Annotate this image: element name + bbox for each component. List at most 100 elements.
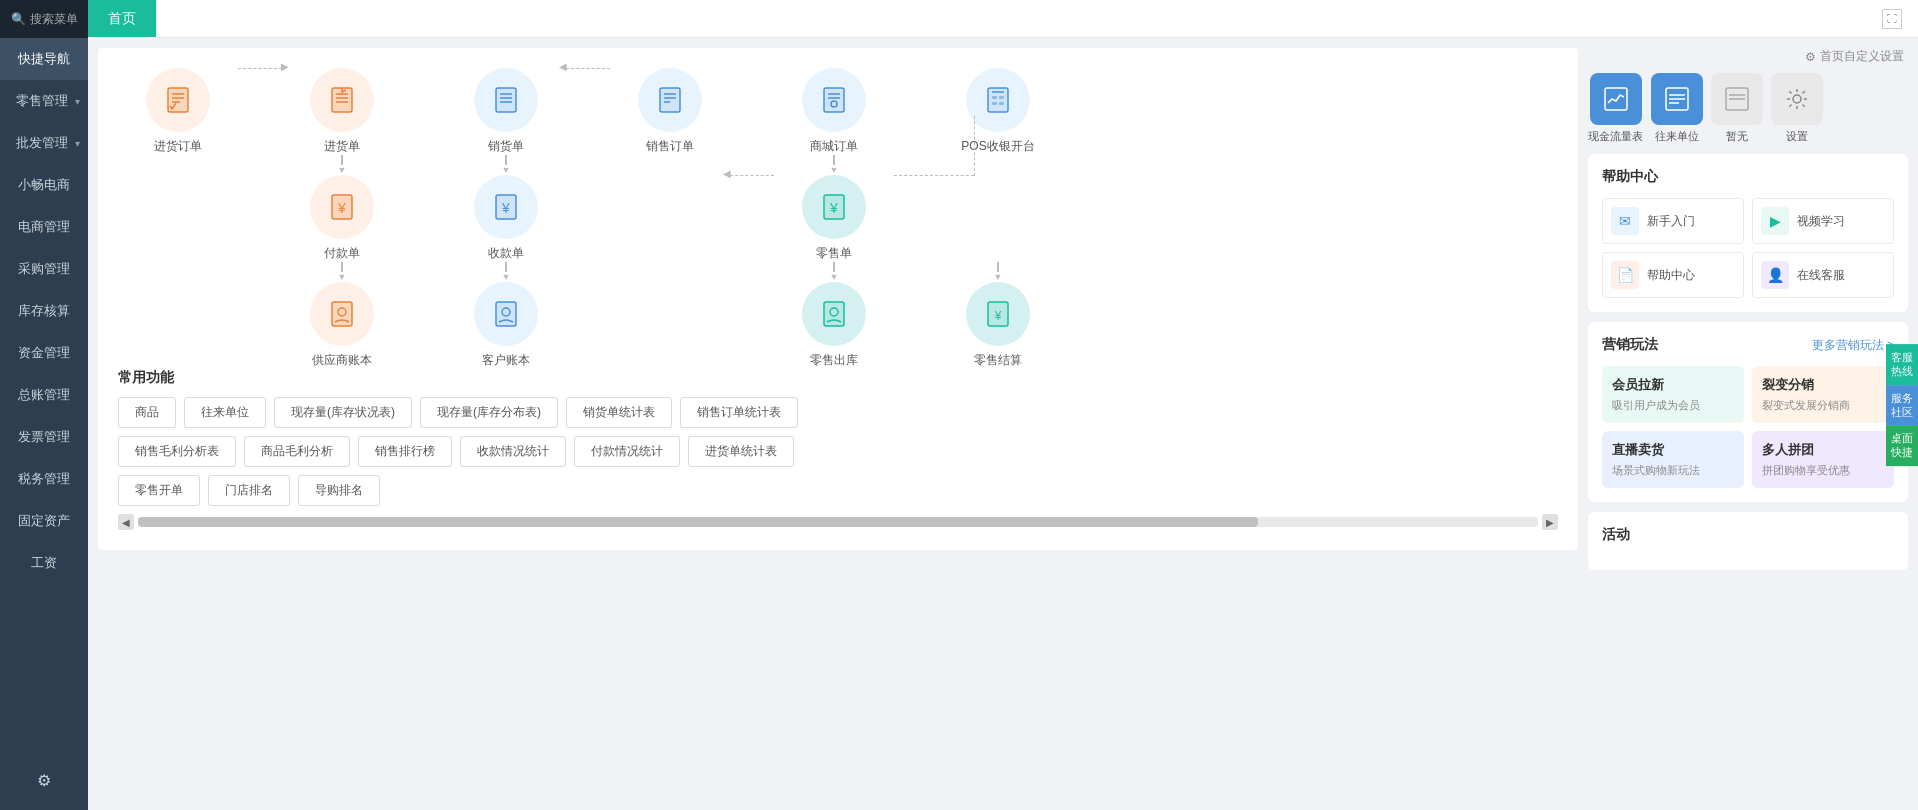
sidebar-item-tax[interactable]: 税务管理: [0, 458, 88, 500]
more-marketing-link[interactable]: 更多营销玩法 >: [1812, 337, 1894, 354]
func-btn-payment-stat[interactable]: 付款情况统计: [574, 436, 680, 467]
right-float-panel: 客服热线 服务社区 桌面快捷: [1886, 344, 1918, 466]
marketing-livestream[interactable]: 直播卖货 场景式购物新玩法: [1602, 431, 1744, 488]
home-customize[interactable]: ⚙ 首页自定义设置: [1588, 48, 1908, 65]
marketing-grid: 会员拉新 吸引用户成为会员 裂变分销 裂变式发展分销商 直播卖货 场景式购物新玩…: [1602, 366, 1894, 488]
arrow-3: ◀: [730, 175, 774, 206]
marketing-member[interactable]: 会员拉新 吸引用户成为会员: [1602, 366, 1744, 423]
purchase-order-icon: [146, 68, 210, 132]
node-sales-order[interactable]: 销售订单: [610, 68, 730, 155]
node-purchase-order[interactable]: 进货订单: [118, 68, 238, 155]
sidebar-search[interactable]: 🔍 搜索菜单: [0, 0, 88, 38]
func-btn-row-2: 销售毛利分析表 商品毛利分析 销售排行榜 收款情况统计 付款情况统计 进货单统计…: [118, 436, 1558, 467]
sidebar-item-ecommerce[interactable]: 电商管理: [0, 206, 88, 248]
tab-home[interactable]: 首页: [88, 0, 157, 37]
home-customize-label: 首页自定义设置: [1820, 48, 1904, 65]
none-icon-box: [1711, 73, 1763, 125]
expand-button[interactable]: ⛶: [1882, 9, 1902, 29]
node-sales-receipt[interactable]: 销货单: [446, 68, 566, 155]
sidebar-item-finance[interactable]: 资金管理: [0, 332, 88, 374]
marketing-header: 营销玩法 更多营销玩法 >: [1602, 336, 1894, 354]
svg-rect-15: [660, 88, 680, 112]
float-btn-desktop[interactable]: 桌面快捷: [1886, 425, 1918, 466]
marketing-group[interactable]: 多人拼团 拼团购物享受优惠: [1752, 431, 1894, 488]
svg-text:¥: ¥: [994, 309, 1002, 323]
func-btn-collection-stat[interactable]: 收款情况统计: [460, 436, 566, 467]
svg-rect-44: [496, 302, 516, 326]
quick-nav-card: 进货订单 ▶: [98, 48, 1578, 550]
beginner-label: 新手入门: [1647, 213, 1695, 230]
sidebar-item-invoice[interactable]: 发票管理: [0, 416, 88, 458]
node-retail-single[interactable]: ¥ 零售单: [774, 175, 894, 262]
help-item-service[interactable]: 👤 在线客服: [1752, 252, 1894, 298]
node-mall-order[interactable]: 商城订单: [774, 68, 894, 155]
top-bar-right: ⛶: [1866, 9, 1918, 29]
func-btn-purchase-stat[interactable]: 进货单统计表: [688, 436, 794, 467]
scroll-track[interactable]: [138, 517, 1538, 527]
sidebar-search-label: 搜索菜单: [30, 11, 78, 28]
video-icon: ▶: [1761, 207, 1789, 235]
sales-receipt-icon: [474, 68, 538, 132]
supplier-book-icon: [310, 282, 374, 346]
float-btn-community[interactable]: 服务社区: [1886, 385, 1918, 426]
quick-icon-settings[interactable]: 设置: [1771, 73, 1823, 144]
node-pos[interactable]: POS收银开台: [938, 68, 1058, 155]
quick-icon-partners[interactable]: 往来单位: [1651, 73, 1703, 144]
collection-icon: ¥: [474, 175, 538, 239]
func-btn-inventory-dist[interactable]: 现存量(库存分布表): [420, 397, 558, 428]
scroll-right-btn[interactable]: ▶: [1542, 514, 1558, 530]
node-supplier-book[interactable]: 供应商账本: [282, 282, 402, 369]
quick-nav-label: 快捷导航: [8, 50, 80, 68]
scroll-thumb: [138, 517, 1258, 527]
sidebar-item-quick-nav[interactable]: 快捷导航: [0, 38, 88, 80]
marketing-fission[interactable]: 裂变分销 裂变式发展分销商: [1752, 366, 1894, 423]
video-label: 视频学习: [1797, 213, 1845, 230]
sidebar: 🔍 搜索菜单 快捷导航 零售管理 ▾ 批发管理 ▾ 小畅电商 电商管理 采购管理…: [0, 0, 88, 810]
float-btn-service[interactable]: 客服热线: [1886, 344, 1918, 385]
func-btn-sales-stat[interactable]: 销货单统计表: [566, 397, 672, 428]
svg-rect-41: [332, 302, 352, 326]
node-retail-settle[interactable]: ¥ 零售结算: [938, 282, 1058, 369]
sidebar-bottom: ⚙: [0, 751, 88, 810]
sidebar-item-inventory[interactable]: 库存核算: [0, 290, 88, 332]
func-btn-sales-order-stat[interactable]: 销售订单统计表: [680, 397, 798, 428]
sidebar-item-wholesale[interactable]: 批发管理 ▾: [0, 122, 88, 164]
group-title: 多人拼团: [1762, 441, 1884, 459]
activity-card: 活动: [1588, 512, 1908, 570]
node-payment[interactable]: ¥ 付款单: [282, 175, 402, 262]
arrow-2: ◀: [566, 68, 610, 99]
func-btn-store-rank[interactable]: 门店排名: [208, 475, 290, 506]
sidebar-item-ecommerce-small[interactable]: 小畅电商: [0, 164, 88, 206]
node-customer-book[interactable]: 客户账本: [446, 282, 566, 369]
func-btn-guide-rank[interactable]: 导购排名: [298, 475, 380, 506]
horizontal-scrollbar: ◀ ▶: [118, 514, 1558, 530]
func-btn-goods[interactable]: 商品: [118, 397, 176, 428]
quick-icon-none[interactable]: 暂无: [1711, 73, 1763, 144]
scroll-left-btn[interactable]: ◀: [118, 514, 134, 530]
help-item-help[interactable]: 📄 帮助中心: [1602, 252, 1744, 298]
sidebar-item-ledger[interactable]: 总账管理: [0, 374, 88, 416]
top-bar: 首页 ⛶: [88, 0, 1918, 38]
sidebar-item-salary[interactable]: 工资: [0, 542, 88, 584]
func-btn-sales-profit[interactable]: 销售毛利分析表: [118, 436, 236, 467]
search-icon: 🔍: [11, 12, 26, 26]
settings-icon-btn[interactable]: ⚙: [0, 761, 88, 800]
sidebar-item-purchase[interactable]: 采购管理: [0, 248, 88, 290]
sidebar-item-fixed-assets[interactable]: 固定资产: [0, 500, 88, 542]
func-btn-sales-rank[interactable]: 销售排行榜: [358, 436, 452, 467]
sidebar-item-retail[interactable]: 零售管理 ▾: [0, 80, 88, 122]
func-btn-inventory-status[interactable]: 现存量(库存状况表): [274, 397, 412, 428]
svg-rect-10: [496, 88, 516, 112]
func-btn-partners[interactable]: 往来单位: [184, 397, 266, 428]
node-purchase-receipt[interactable]: 进货单: [282, 68, 402, 155]
help-item-beginner[interactable]: ✉ 新手入门: [1602, 198, 1744, 244]
node-retail-out[interactable]: 零售出库: [774, 282, 894, 369]
content-area: 进货订单 ▶: [88, 38, 1918, 810]
func-btn-row-1: 商品 往来单位 现存量(库存状况表) 现存量(库存分布表) 销货单统计表 销售订…: [118, 397, 1558, 428]
quick-icon-cashflow[interactable]: 现金流量表: [1588, 73, 1643, 144]
func-btn-retail-order[interactable]: 零售开单: [118, 475, 200, 506]
node-collection[interactable]: ¥ 收款单: [446, 175, 566, 262]
func-btn-goods-profit[interactable]: 商品毛利分析: [244, 436, 350, 467]
help-item-video[interactable]: ▶ 视频学习: [1752, 198, 1894, 244]
svg-rect-29: [999, 96, 1004, 99]
